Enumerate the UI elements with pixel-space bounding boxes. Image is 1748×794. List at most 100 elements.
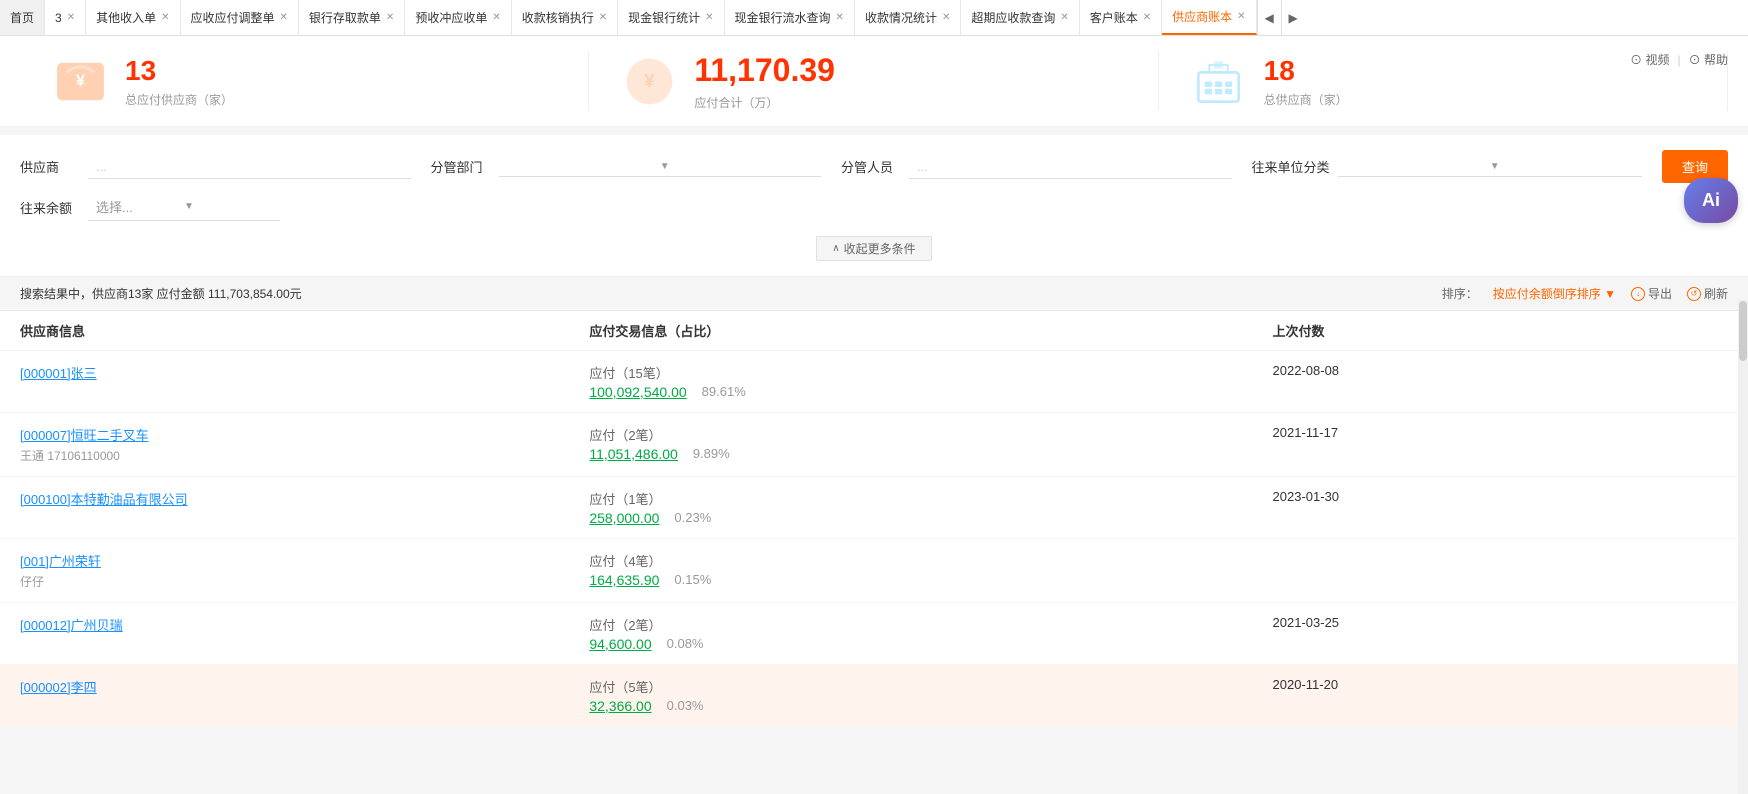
nav-item-bank[interactable]: 银行存取款单 ✕ [299,0,405,35]
last-pay-date-5: 2021-03-25 [1273,615,1340,630]
tx-row-4: 164,635.90 0.15% [589,570,1272,588]
total-suppliers-info: 18 总供应商（家） [1264,54,1348,109]
tx-amount-6[interactable]: 32,366.00 [589,698,651,714]
nav-label-home: 首页 [10,9,34,26]
nav-item-supplier-ledger[interactable]: 供应商账本 ✕ [1162,0,1256,35]
header-actions: ⊙ 视频 | ⊙ 帮助 [1630,51,1728,68]
transaction-cell-6: 应付（5笔） 32,366.00 0.03% [589,677,1272,714]
nav-label-cash-stats: 现金银行统计 [628,9,700,26]
nav-item-adjustment[interactable]: 应收应付调整单 ✕ [181,0,299,35]
table-header: 供应商信息 应付交易信息（占比） 上次付数 [0,311,1748,351]
tx-amount-2[interactable]: 11,051,486.00 [589,446,678,462]
nav-label-bank: 银行存取款单 [309,9,381,26]
tx-amount-3[interactable]: 258,000.00 [589,510,659,526]
balance-select[interactable]: 选择... ▼ [88,193,280,221]
close-icon[interactable]: ✕ [280,12,288,23]
close-icon[interactable]: ✕ [1237,11,1245,22]
lastpay-cell-5: 2021-03-25 [1273,615,1728,630]
ai-badge[interactable]: Ai [1684,178,1738,223]
filter-balance: 往来余额 选择... ▼ [20,193,280,221]
tx-amount-4[interactable]: 164,635.90 [589,572,659,588]
collapse-label: 收起更多条件 [844,240,916,257]
nav-item-3[interactable]: 3 ✕ [45,0,86,35]
supplier-cell-4: [001]广州荣轩 仔仔 [20,551,589,590]
close-icon[interactable]: ✕ [161,12,169,23]
filter-row-1: 供应商 分管部门 ▼ 分管人员 往来单位分类 ▼ 查询 [20,150,1728,183]
supplier-cell-1: [000001]张三 [20,363,589,382]
supplier-link-4[interactable]: [001]广州荣轩 [20,551,589,570]
nav-label-customer-ledger: 客户账本 [1090,9,1138,26]
supplier-filter-label: 供应商 [20,157,80,176]
nav-label-adjustment: 应收应付调整单 [191,9,275,26]
collapse-button[interactable]: ∧ 收起更多条件 [816,236,931,261]
last-pay-date-1: 2022-08-08 [1273,363,1340,378]
close-icon[interactable]: ✕ [1143,12,1151,23]
filter-person: 分管人员 [841,155,1232,179]
nav-item-collection[interactable]: 收款核销执行 ✕ [512,0,618,35]
transaction-cell-1: 应付（15笔） 100,092,540.00 89.61% [589,363,1272,400]
nav-label-3: 3 [55,11,62,25]
nav-prev-arrow[interactable]: ◀ [1257,0,1281,35]
supplier-link-1[interactable]: [000001]张三 [20,363,589,382]
close-icon[interactable]: ✕ [492,12,500,23]
nav-item-customer-ledger[interactable]: 客户账本 ✕ [1080,0,1162,35]
export-icon: ↓ [1631,287,1645,301]
tx-amount-5[interactable]: 94,600.00 [589,636,651,652]
close-icon[interactable]: ✕ [1060,12,1068,23]
nav-item-collection-stats[interactable]: 收款情况统计 ✕ [855,0,961,35]
nav-label-advance: 预收冲应收单 [415,9,487,26]
sort-value[interactable]: 按应付余额倒序排序 ▼ [1493,285,1616,302]
supplier-input[interactable] [88,155,411,179]
last-pay-date-6: 2020-11-20 [1273,677,1339,692]
nav-next-arrow[interactable]: ▶ [1281,0,1305,35]
filter-area: 供应商 分管部门 ▼ 分管人员 往来单位分类 ▼ 查询 [0,135,1748,277]
supplier-link-3[interactable]: [000100]本特勤油品有限公司 [20,489,589,508]
supplier-link-6[interactable]: [000002]李四 [20,677,589,696]
nav-item-home[interactable]: 首页 [0,0,45,35]
department-select[interactable]: ▼ [499,157,822,177]
close-icon[interactable]: ✕ [942,12,950,23]
chevron-down-icon: ▼ [184,201,272,212]
tx-label-3: 应付（1笔） [589,489,1272,508]
close-icon[interactable]: ✕ [599,12,607,23]
department-filter-label: 分管部门 [431,157,491,176]
nav-item-overdue[interactable]: 超期应收款查询 ✕ [961,0,1079,35]
scrollbar-thumb[interactable] [1739,301,1747,361]
close-icon[interactable]: ✕ [836,12,844,23]
tx-percent-4: 0.15% [674,572,711,587]
lastpay-cell-3: 2023-01-30 [1273,489,1728,504]
filter-supplier: 供应商 [20,155,411,179]
tx-percent-3: 0.23% [674,510,711,525]
category-select[interactable]: ▼ [1338,157,1642,177]
supplier-cell-3: [000100]本特勤油品有限公司 [20,489,589,508]
transaction-cell-2: 应付（2笔） 11,051,486.00 9.89% [589,425,1272,462]
last-pay-date-3: 2023-01-30 [1273,489,1340,504]
close-icon[interactable]: ✕ [705,12,713,23]
nav-item-advance[interactable]: 预收冲应收单 ✕ [405,0,511,35]
help-link[interactable]: ⊙ 帮助 [1689,51,1728,68]
balance-filter-label: 往来余额 [20,198,80,217]
supplier-cell-5: [000012]广州贝瑞 [20,615,589,634]
table-row: [001]广州荣轩 仔仔 应付（4笔） 164,635.90 0.15% [0,539,1748,603]
nav-item-cash-stats[interactable]: 现金银行统计 ✕ [618,0,724,35]
nav-item-other-income[interactable]: 其他收入单 ✕ [86,0,180,35]
refresh-button[interactable]: ↺ 刷新 [1687,285,1728,302]
result-bar: 搜索结果中，供应商13家 应付金额 111,703,854.00元 排序： 按应… [0,277,1748,311]
scrollbar[interactable] [1738,300,1748,794]
last-pay-date-2: 2021-11-17 [1273,425,1339,440]
nav-item-cash-flow[interactable]: 现金银行流水查询 ✕ [725,0,855,35]
export-button[interactable]: ↓ 导出 [1631,285,1672,302]
person-input[interactable] [909,155,1232,179]
supplier-link-5[interactable]: [000012]广州贝瑞 [20,615,589,634]
close-icon[interactable]: ✕ [386,12,394,23]
lastpay-cell-6: 2020-11-20 [1273,677,1728,692]
supplier-link-2[interactable]: [000007]恒旺二手叉车 [20,425,589,444]
stat-payable-total: ¥ 11,170.39 应付合计（万） [589,51,1158,111]
tx-amount-1[interactable]: 100,092,540.00 [589,384,686,400]
payable-total-label: 应付合计（万） [694,94,835,111]
video-link[interactable]: ⊙ 视频 [1630,51,1669,68]
payable-suppliers-icon: ¥ [50,51,110,111]
nav-label-overdue: 超期应收款查询 [971,9,1055,26]
close-icon[interactable]: ✕ [67,12,75,23]
collapse-section: ∧ 收起更多条件 [20,231,1728,266]
